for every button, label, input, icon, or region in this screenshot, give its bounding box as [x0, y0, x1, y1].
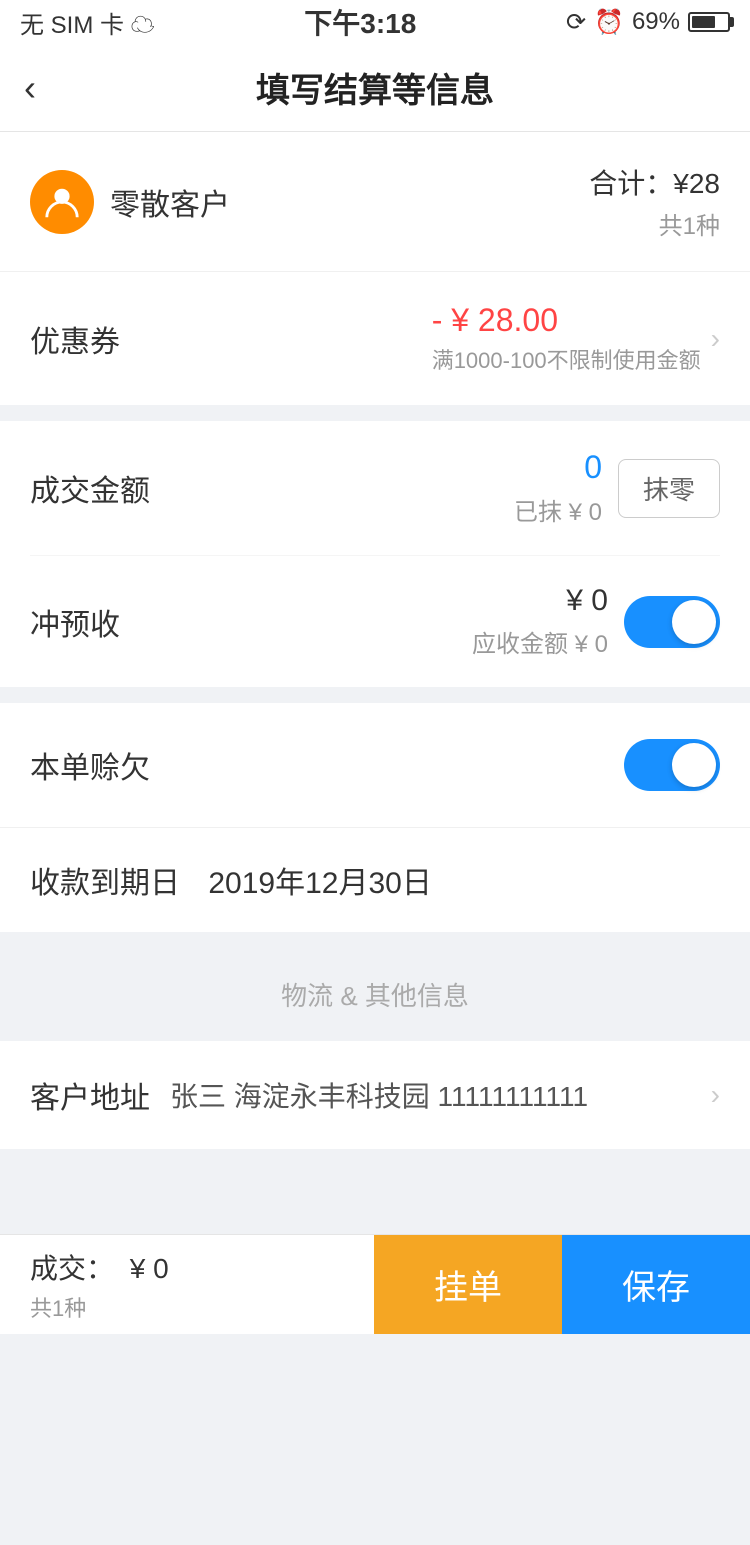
due-date-value: 2019年12月30日 — [208, 867, 431, 900]
nav-bar: ‹ 填写结算等信息 — [0, 44, 750, 132]
debt-label: 本单赊欠 — [30, 743, 150, 787]
debt-section: 本单赊欠 收款到期日 2019年12月30日 — [0, 703, 750, 932]
toggle-knob — [672, 600, 716, 644]
customer-info-right: 合计：¥28 共1种 — [589, 162, 720, 241]
logistics-label: 物流 & 其他信息 — [281, 981, 469, 1011]
customer-count: 共1种 — [589, 206, 720, 241]
prepay-row: 冲预收 ¥ 0 应收金额 ¥ 0 — [30, 556, 720, 687]
logistics-section: 物流 & 其他信息 — [0, 948, 750, 1041]
prepay-values: ¥ 0 应收金额 ¥ 0 — [472, 584, 608, 659]
status-bar: 无 SIM 卡 ☁ 下午3:18 ⟳ ⏰ 69% — [0, 0, 750, 44]
debt-toggle-knob — [672, 743, 716, 787]
amount-right: 0 已抹 ¥ 0 抹零 — [514, 449, 720, 527]
prepay-label: 冲预收 — [30, 600, 120, 644]
battery-icon — [688, 12, 730, 32]
transaction-section: 成交金额 0 已抹 ¥ 0 抹零 冲预收 ¥ 0 应收金额 ¥ 0 — [0, 421, 750, 687]
coupon-label: 优惠券 — [30, 317, 120, 361]
chevron-right-icon: › — [711, 323, 720, 355]
amount-values: 0 已抹 ¥ 0 — [514, 449, 602, 527]
coupon-row[interactable]: 优惠券 - ¥ 28.00 满1000-100不限制使用金额 › — [0, 271, 750, 405]
location-icon: ⟳ — [566, 8, 586, 37]
due-date-label: 收款到期日 — [30, 867, 180, 900]
rounded-text: 已抹 ¥ 0 — [514, 492, 602, 527]
back-button[interactable]: ‹ — [24, 67, 36, 109]
customer-section: 零散客户 合计：¥28 共1种 优惠券 - ¥ 28.00 满1000-100不… — [0, 132, 750, 405]
coupon-right: - ¥ 28.00 满1000-100不限制使用金额 — [432, 302, 701, 375]
customer-total: 合计：¥28 — [589, 162, 720, 202]
amount-value: 0 — [584, 449, 602, 486]
avatar — [30, 170, 94, 234]
prepay-toggle[interactable] — [624, 596, 720, 648]
sim-status: 无 SIM 卡 ☁ — [20, 5, 155, 40]
debt-row: 本单赊欠 — [0, 703, 750, 827]
address-value: 张三 海淀永丰科技园 11111111111 — [170, 1075, 711, 1115]
bottom-count: 共1种 — [30, 1291, 344, 1323]
round-button[interactable]: 抹零 — [618, 459, 720, 518]
address-row[interactable]: 客户地址 张三 海淀永丰科技园 11111111111 › — [0, 1041, 750, 1149]
amount-row: 成交金额 0 已抹 ¥ 0 抹零 — [30, 421, 720, 556]
alarm-icon: ⏰ — [594, 8, 624, 37]
address-section: 客户地址 张三 海淀永丰科技园 11111111111 › — [0, 1041, 750, 1149]
prepay-amount: ¥ 0 — [566, 584, 608, 618]
save-button[interactable]: 保存 — [562, 1235, 750, 1334]
due-date-row: 收款到期日 2019年12月30日 — [0, 827, 750, 932]
debt-toggle[interactable] — [624, 739, 720, 791]
hang-button[interactable]: 挂单 — [374, 1235, 562, 1334]
prepay-right: ¥ 0 应收金额 ¥ 0 — [472, 584, 720, 659]
page-title: 填写结算等信息 — [256, 63, 494, 112]
coupon-desc: 满1000-100不限制使用金额 — [432, 343, 701, 375]
address-key: 客户地址 — [30, 1073, 150, 1117]
customer-row: 零散客户 合计：¥28 共1种 — [0, 132, 750, 271]
battery-percent: 69% — [632, 8, 680, 36]
coupon-amount: - ¥ 28.00 — [432, 302, 701, 339]
status-right: ⟳ ⏰ 69% — [566, 8, 730, 37]
address-chevron-icon: › — [711, 1079, 720, 1111]
amount-label: 成交金额 — [30, 466, 150, 510]
receivable-text: 应收金额 ¥ 0 — [472, 624, 608, 659]
bottom-transaction: 成交： ¥ 0 — [30, 1247, 344, 1287]
bottom-bar: 成交： ¥ 0 共1种 挂单 保存 — [0, 1234, 750, 1334]
bottom-summary: 成交： ¥ 0 共1种 — [0, 1247, 374, 1323]
status-left: 无 SIM 卡 ☁ — [20, 5, 155, 40]
amount-section: 成交金额 0 已抹 ¥ 0 抹零 冲预收 ¥ 0 应收金额 ¥ 0 — [0, 421, 750, 687]
status-time: 下午3:18 — [304, 2, 416, 42]
customer-left: 零散客户 — [30, 170, 230, 234]
customer-name: 零散客户 — [110, 180, 230, 224]
